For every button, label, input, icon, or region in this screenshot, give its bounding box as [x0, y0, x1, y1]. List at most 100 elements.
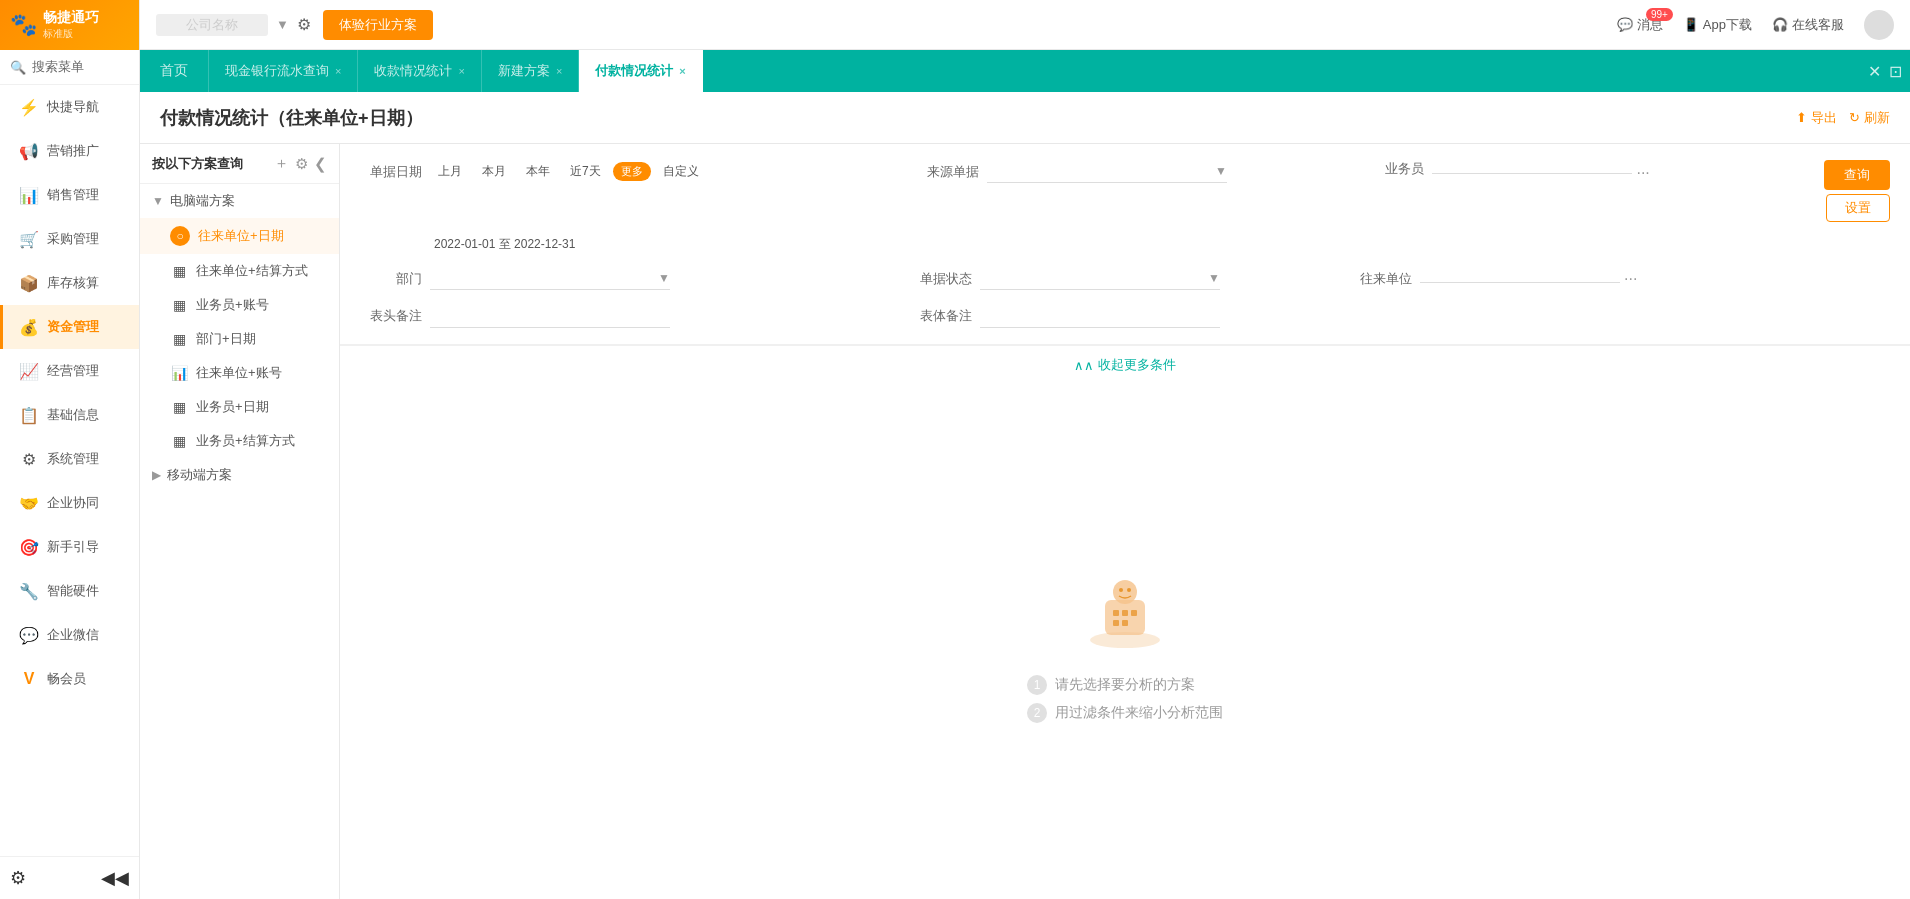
content-area: 按以下方案查询 ＋ ⚙ ❮ ▼ 电脑端方案 ○ [140, 144, 1910, 899]
tab-bank-flow[interactable]: 现金银行流水查询 × [209, 50, 358, 92]
page-actions: ⬆ 导出 ↻ 刷新 [1796, 109, 1890, 127]
sidebar-item-guide[interactable]: 🎯 新手引导 [0, 525, 139, 569]
sidebar-item-label: 畅会员 [47, 670, 86, 688]
sidebar-item-vip[interactable]: V 畅会员 [0, 657, 139, 701]
head-note-label: 表头备注 [360, 307, 430, 325]
scheme-item-3[interactable]: ▦ 部门+日期 [140, 322, 339, 356]
tab-payment-stats[interactable]: 付款情况统计 × [579, 50, 702, 92]
counterpart-dots[interactable]: ··· [1624, 270, 1637, 288]
scheme-item-5[interactable]: ▦ 业务员+日期 [140, 390, 339, 424]
trial-btn[interactable]: 体验行业方案 [323, 10, 433, 40]
dept-select[interactable]: ▼ [430, 267, 670, 290]
scheme-add-icon[interactable]: ＋ [274, 154, 289, 173]
date-option-this-month[interactable]: 本月 [474, 160, 514, 183]
scheme-panel: 按以下方案查询 ＋ ⚙ ❮ ▼ 电脑端方案 ○ [140, 144, 340, 899]
scheme-item-table-icon: ▦ [170, 296, 188, 314]
svg-point-9 [1127, 588, 1131, 592]
collapse-btn[interactable]: ∧∧ 收起更多条件 [340, 345, 1910, 384]
topbar-settings-icon[interactable]: ⚙ [297, 15, 311, 34]
scheme-item-2[interactable]: ▦ 业务员+账号 [140, 288, 339, 322]
scheme-group-mobile: ▶ 移动端方案 [140, 458, 339, 492]
sidebar-bottom-settings-icon[interactable]: ⚙ [10, 867, 26, 889]
date-option-last-month[interactable]: 上月 [430, 160, 470, 183]
sidebar-item-purchase[interactable]: 🛒 采购管理 [0, 217, 139, 261]
scheme-item-label: 往来单位+结算方式 [196, 262, 308, 280]
status-label: 单据状态 [910, 270, 980, 288]
svg-rect-3 [1122, 610, 1128, 616]
tabs-expand-icon[interactable]: ⊡ [1889, 62, 1902, 81]
date-option-custom[interactable]: 自定义 [655, 160, 707, 183]
scheme-item-label: 业务员+结算方式 [196, 432, 295, 450]
main: 公司名称 ▼ ⚙ 体验行业方案 💬 消息 99+ 📱 App下载 🎧 在线客服 [140, 0, 1910, 899]
scheme-collapse-icon[interactable]: ❮ [314, 155, 327, 173]
body-note-input[interactable] [980, 304, 1220, 328]
sidebar-search[interactable]: 🔍 搜索菜单 [0, 50, 139, 85]
scheme-panel-header-label: 按以下方案查询 [152, 155, 243, 173]
dept-label: 部门 [360, 270, 430, 288]
sidebar-item-inventory[interactable]: 📦 库存核算 [0, 261, 139, 305]
counterpart-select[interactable] [1420, 274, 1620, 283]
tab-home[interactable]: 首页 [140, 50, 209, 92]
scheme-item-6[interactable]: ▦ 业务员+结算方式 [140, 424, 339, 458]
refresh-btn[interactable]: ↻ 刷新 [1849, 109, 1890, 127]
sidebar-nav: ⚡ 快捷导航 📢 营销推广 📊 销售管理 🛒 采购管理 📦 库存核算 💰 [0, 85, 139, 856]
enterprise-icon: 🤝 [19, 493, 39, 513]
tab-receipt-stats[interactable]: 收款情况统计 × [358, 50, 481, 92]
topbar-company-area: 公司名称 ▼ ⚙ [156, 14, 311, 36]
salesman-dots[interactable]: ... [1636, 160, 1649, 178]
sidebar-item-operation[interactable]: 📈 经营管理 [0, 349, 139, 393]
salesman-select[interactable] [1432, 165, 1632, 174]
tab-new-scheme-close[interactable]: × [556, 65, 562, 77]
scheme-group-desktop: ▼ 电脑端方案 ○ 往来单位+日期 ▦ 往来单位+结算方式 ▦ [140, 184, 339, 458]
sidebar-item-sales[interactable]: 📊 销售管理 [0, 173, 139, 217]
set-btn[interactable]: 设置 [1826, 194, 1890, 222]
topbar-app-download[interactable]: 📱 App下载 [1683, 16, 1752, 34]
tab-new-scheme-label: 新建方案 [498, 62, 550, 80]
head-note-input[interactable] [430, 304, 670, 328]
scheme-settings-icon[interactable]: ⚙ [295, 155, 308, 173]
topbar-online-service[interactable]: 🎧 在线客服 [1772, 16, 1844, 34]
topbar-avatar[interactable] [1864, 10, 1894, 40]
scheme-item-label: 部门+日期 [196, 330, 256, 348]
basic-info-icon: 📋 [19, 405, 39, 425]
export-btn[interactable]: ⬆ 导出 [1796, 109, 1837, 127]
export-icon: ⬆ [1796, 110, 1807, 125]
svg-point-7 [1113, 580, 1137, 604]
tab-new-scheme[interactable]: 新建方案 × [482, 50, 579, 92]
scheme-panel-header: 按以下方案查询 ＋ ⚙ ❮ [140, 144, 339, 184]
empty-tips: 1 请先选择要分析的方案 2 用过滤条件来缩小分析范围 [1027, 675, 1223, 723]
scheme-group-mobile-header[interactable]: ▶ 移动端方案 [140, 458, 339, 492]
query-btn[interactable]: 查询 [1824, 160, 1890, 190]
body-note-label: 表体备注 [910, 307, 980, 325]
scheme-panel-icons: ＋ ⚙ ❮ [274, 154, 327, 173]
sidebar-item-weixin[interactable]: 💬 企业微信 [0, 613, 139, 657]
sidebar-item-fund[interactable]: 💰 资金管理 [0, 305, 139, 349]
status-select[interactable]: ▼ [980, 267, 1220, 290]
tab-receipt-close[interactable]: × [458, 65, 464, 77]
tab-bank-flow-close[interactable]: × [335, 65, 341, 77]
sidebar-item-label: 智能硬件 [47, 582, 99, 600]
date-option-7days[interactable]: 近7天 [562, 160, 609, 183]
sidebar-item-enterprise[interactable]: 🤝 企业协同 [0, 481, 139, 525]
tabs-close-all-icon[interactable]: ✕ [1868, 62, 1881, 81]
source-select[interactable]: ▼ [987, 160, 1227, 183]
sidebar: 🐾 畅捷通巧 标准版 🔍 搜索菜单 ⚡ 快捷导航 📢 营销推广 📊 销售管理 [0, 0, 140, 899]
scheme-item-0[interactable]: ○ 往来单位+日期 [140, 218, 339, 254]
sidebar-item-quick-nav[interactable]: ⚡ 快捷导航 [0, 85, 139, 129]
topbar-messages[interactable]: 💬 消息 99+ [1617, 16, 1663, 34]
scheme-item-4[interactable]: 📊 往来单位+账号 [140, 356, 339, 390]
sidebar-item-basic-info[interactable]: 📋 基础信息 [0, 393, 139, 437]
sidebar-collapse-icon[interactable]: ◀◀ [101, 867, 129, 889]
date-option-this-year[interactable]: 本年 [518, 160, 558, 183]
sidebar-item-hardware[interactable]: 🔧 智能硬件 [0, 569, 139, 613]
scheme-item-1[interactable]: ▦ 往来单位+结算方式 [140, 254, 339, 288]
sidebar-item-label: 营销推广 [47, 142, 99, 160]
tabs-bar: 首页 现金银行流水查询 × 收款情况统计 × 新建方案 × 付款情况统计 × ✕… [140, 50, 1910, 92]
app-download-label: App下载 [1703, 16, 1752, 34]
sidebar-item-marketing[interactable]: 📢 营销推广 [0, 129, 139, 173]
tab-payment-close[interactable]: × [679, 65, 685, 77]
date-option-more[interactable]: 更多 [613, 162, 651, 181]
topbar-dropdown-icon[interactable]: ▼ [276, 17, 289, 32]
scheme-group-desktop-header[interactable]: ▼ 电脑端方案 [140, 184, 339, 218]
sidebar-item-system[interactable]: ⚙ 系统管理 [0, 437, 139, 481]
